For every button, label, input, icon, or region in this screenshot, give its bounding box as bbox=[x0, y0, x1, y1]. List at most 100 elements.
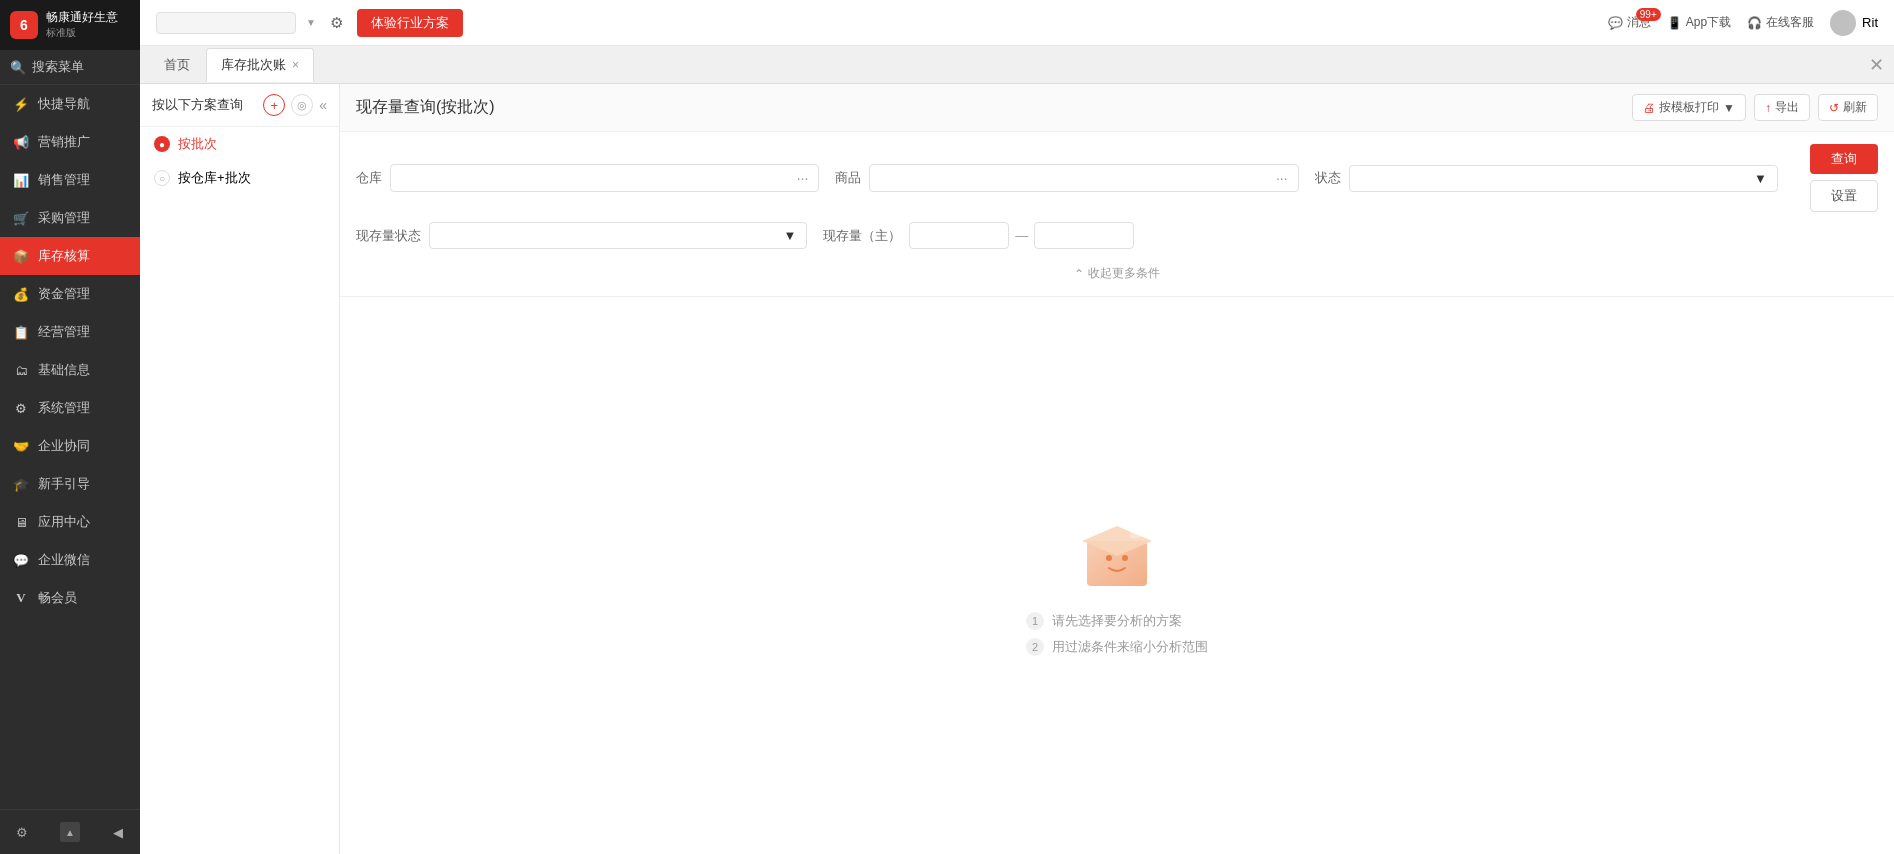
tab-close-btn[interactable]: × bbox=[292, 59, 299, 71]
messages-btn[interactable]: 💬 消息 99+ bbox=[1608, 14, 1651, 31]
quick-nav-icon: ⚡ bbox=[12, 95, 30, 113]
user-menu[interactable]: Rit bbox=[1830, 10, 1878, 36]
sidebar-item-finance[interactable]: 💰 资金管理 bbox=[0, 275, 140, 313]
warehouse-filter-group: 仓库 ··· bbox=[356, 164, 819, 192]
page-header: 现存量查询(按批次) 🖨 按模板打印 ▼ ↑ 导出 ↺ 刷新 bbox=[340, 84, 1894, 132]
sidebar-item-marketing[interactable]: 📢 营销推广 bbox=[0, 123, 140, 161]
membership-icon: V bbox=[12, 589, 30, 607]
quick-nav-label: 快捷导航 bbox=[38, 95, 90, 113]
sidebar-item-membership[interactable]: V 畅会员 bbox=[0, 579, 140, 617]
collapse-panel-btn[interactable]: « bbox=[319, 97, 327, 113]
topbar-chevron-icon[interactable]: ▼ bbox=[306, 17, 316, 28]
tab-inventory-batch[interactable]: 库存批次账 × bbox=[206, 48, 314, 82]
warehouse-dots[interactable]: ··· bbox=[797, 170, 809, 186]
collab-label: 企业协同 bbox=[38, 437, 90, 455]
sidebar-item-sales[interactable]: 📊 销售管理 bbox=[0, 161, 140, 199]
sidebar-settings-btn[interactable]: ⚙ bbox=[10, 820, 34, 844]
app-download-label: App下载 bbox=[1686, 14, 1731, 31]
content-close-btn[interactable]: ✕ bbox=[1858, 47, 1894, 83]
sidebar-item-enterprise-collab[interactable]: 🤝 企业协同 bbox=[0, 427, 140, 465]
export-icon: ↑ bbox=[1765, 101, 1771, 115]
sidebar-nav: ⚡ 快捷导航 📢 营销推广 📊 销售管理 🛒 采购管理 📦 库存核算 💰 资金管… bbox=[0, 85, 140, 809]
target-scheme-btn[interactable]: ◎ bbox=[291, 94, 313, 116]
settings-icon: ⚙ bbox=[16, 825, 28, 840]
query-btn[interactable]: 查询 bbox=[1810, 144, 1878, 174]
phone-icon: 📱 bbox=[1667, 16, 1682, 30]
user-avatar bbox=[1830, 10, 1856, 36]
sidebar-item-app-center[interactable]: 🖥 应用中心 bbox=[0, 503, 140, 541]
sales-label: 销售管理 bbox=[38, 171, 90, 189]
settings-query-btn[interactable]: 设置 bbox=[1810, 180, 1878, 212]
topbar-search-input[interactable] bbox=[165, 16, 245, 30]
stock-status-chevron: ▼ bbox=[783, 228, 796, 243]
beginner-icon: 🎓 bbox=[12, 475, 30, 493]
app-download-btn[interactable]: 📱 App下载 bbox=[1667, 14, 1731, 31]
scroll-up-btn[interactable]: ▲ bbox=[60, 822, 80, 842]
filter-area: 仓库 ··· 商品 ··· 状态 bbox=[340, 132, 1894, 297]
sidebar-item-wechat[interactable]: 💬 企业微信 bbox=[0, 541, 140, 579]
print-label: 按模板打印 bbox=[1659, 99, 1719, 116]
status-dropdown[interactable]: ▼ bbox=[1349, 165, 1778, 192]
stock-amount-label: 现存量（主） bbox=[823, 227, 901, 245]
search-menu-item[interactable]: 🔍 搜索菜单 bbox=[0, 50, 140, 85]
collapse-up-icon: ⌃ bbox=[1074, 267, 1084, 281]
tab-home[interactable]: 首页 bbox=[150, 48, 204, 82]
sidebar-item-operations[interactable]: 📋 经营管理 bbox=[0, 313, 140, 351]
refresh-btn[interactable]: ↺ 刷新 bbox=[1818, 94, 1878, 121]
scheme-item-batch[interactable]: ● 按批次 bbox=[140, 127, 339, 161]
stock-status-dropdown[interactable]: ▼ bbox=[429, 222, 807, 249]
company-name: 畅康通好生意 bbox=[46, 10, 118, 26]
collapse-label: 收起更多条件 bbox=[1088, 265, 1160, 282]
marketing-label: 营销推广 bbox=[38, 133, 90, 151]
app-center-label: 应用中心 bbox=[38, 513, 90, 531]
export-btn[interactable]: ↑ 导出 bbox=[1754, 94, 1810, 121]
refresh-icon: ↺ bbox=[1829, 101, 1839, 115]
scheme-item-warehouse-batch[interactable]: ○ 按仓库+批次 bbox=[140, 161, 339, 195]
refresh-label: 刷新 bbox=[1843, 99, 1867, 116]
system-label: 系统管理 bbox=[38, 399, 90, 417]
sidebar-item-system[interactable]: ⚙ 系统管理 bbox=[0, 389, 140, 427]
sidebar-item-basic-info[interactable]: 🗂 基础信息 bbox=[0, 351, 140, 389]
collapse-filters-btn[interactable]: ⌃ 收起更多条件 bbox=[356, 259, 1878, 284]
inventory-label: 库存核算 bbox=[38, 247, 90, 265]
sidebar-collapse-btn[interactable]: ◀ bbox=[106, 820, 130, 844]
print-btn[interactable]: 🖨 按模板打印 ▼ bbox=[1632, 94, 1746, 121]
right-panel: 现存量查询(按批次) 🖨 按模板打印 ▼ ↑ 导出 ↺ 刷新 bbox=[340, 84, 1894, 854]
sidebar-item-beginner[interactable]: 🎓 新手引导 bbox=[0, 465, 140, 503]
stock-amount-min-input[interactable] bbox=[909, 222, 1009, 249]
sidebar-item-quick-nav[interactable]: ⚡ 快捷导航 bbox=[0, 85, 140, 123]
hint-text-2: 用过滤条件来缩小分析范围 bbox=[1052, 638, 1208, 656]
inventory-batch-tab-label: 库存批次账 bbox=[221, 56, 286, 74]
scheme-dot-inactive: ○ bbox=[154, 170, 170, 186]
stock-amount-range: — bbox=[909, 222, 1134, 249]
search-menu-label: 搜索菜单 bbox=[32, 58, 84, 76]
hint-item-1: 1 请先选择要分析的方案 bbox=[1026, 612, 1208, 630]
product-input[interactable]: ··· bbox=[869, 164, 1298, 192]
hint-num-2: 2 bbox=[1026, 638, 1044, 656]
topbar-gear-icon[interactable]: ⚙ bbox=[326, 10, 347, 36]
add-scheme-btn[interactable]: + bbox=[263, 94, 285, 116]
stock-amount-max-input[interactable] bbox=[1034, 222, 1134, 249]
product-label: 商品 bbox=[835, 169, 861, 187]
filter-row-1: 仓库 ··· 商品 ··· 状态 bbox=[356, 144, 1878, 212]
sidebar-item-inventory[interactable]: 📦 库存核算 bbox=[0, 237, 140, 275]
sidebar-item-purchase[interactable]: 🛒 采购管理 bbox=[0, 199, 140, 237]
empty-illustration bbox=[1067, 496, 1167, 596]
online-service-btn[interactable]: 🎧 在线客服 bbox=[1747, 14, 1814, 31]
app-logo: 6 bbox=[10, 11, 38, 39]
experience-btn[interactable]: 体验行业方案 bbox=[357, 9, 463, 37]
scheme-dot-active: ● bbox=[154, 136, 170, 152]
collab-icon: 🤝 bbox=[12, 437, 30, 455]
sidebar-title: 畅康通好生意 标准版 bbox=[46, 10, 118, 40]
empty-state: 1 请先选择要分析的方案 2 用过滤条件来缩小分析范围 bbox=[340, 297, 1894, 854]
svg-point-3 bbox=[1122, 555, 1128, 561]
export-label: 导出 bbox=[1775, 99, 1799, 116]
printer-icon: 🖨 bbox=[1643, 101, 1655, 115]
topbar-search-box[interactable] bbox=[156, 12, 296, 34]
product-dots[interactable]: ··· bbox=[1276, 170, 1288, 186]
warehouse-input[interactable]: ··· bbox=[390, 164, 819, 192]
stock-status-label: 现存量状态 bbox=[356, 227, 421, 245]
left-panel-header: 按以下方案查询 + ◎ « bbox=[140, 84, 339, 127]
content-area: 按以下方案查询 + ◎ « ● 按批次 ○ 按仓库+批次 现存量查询(按批次) bbox=[140, 84, 1894, 854]
search-icon: 🔍 bbox=[10, 60, 26, 75]
